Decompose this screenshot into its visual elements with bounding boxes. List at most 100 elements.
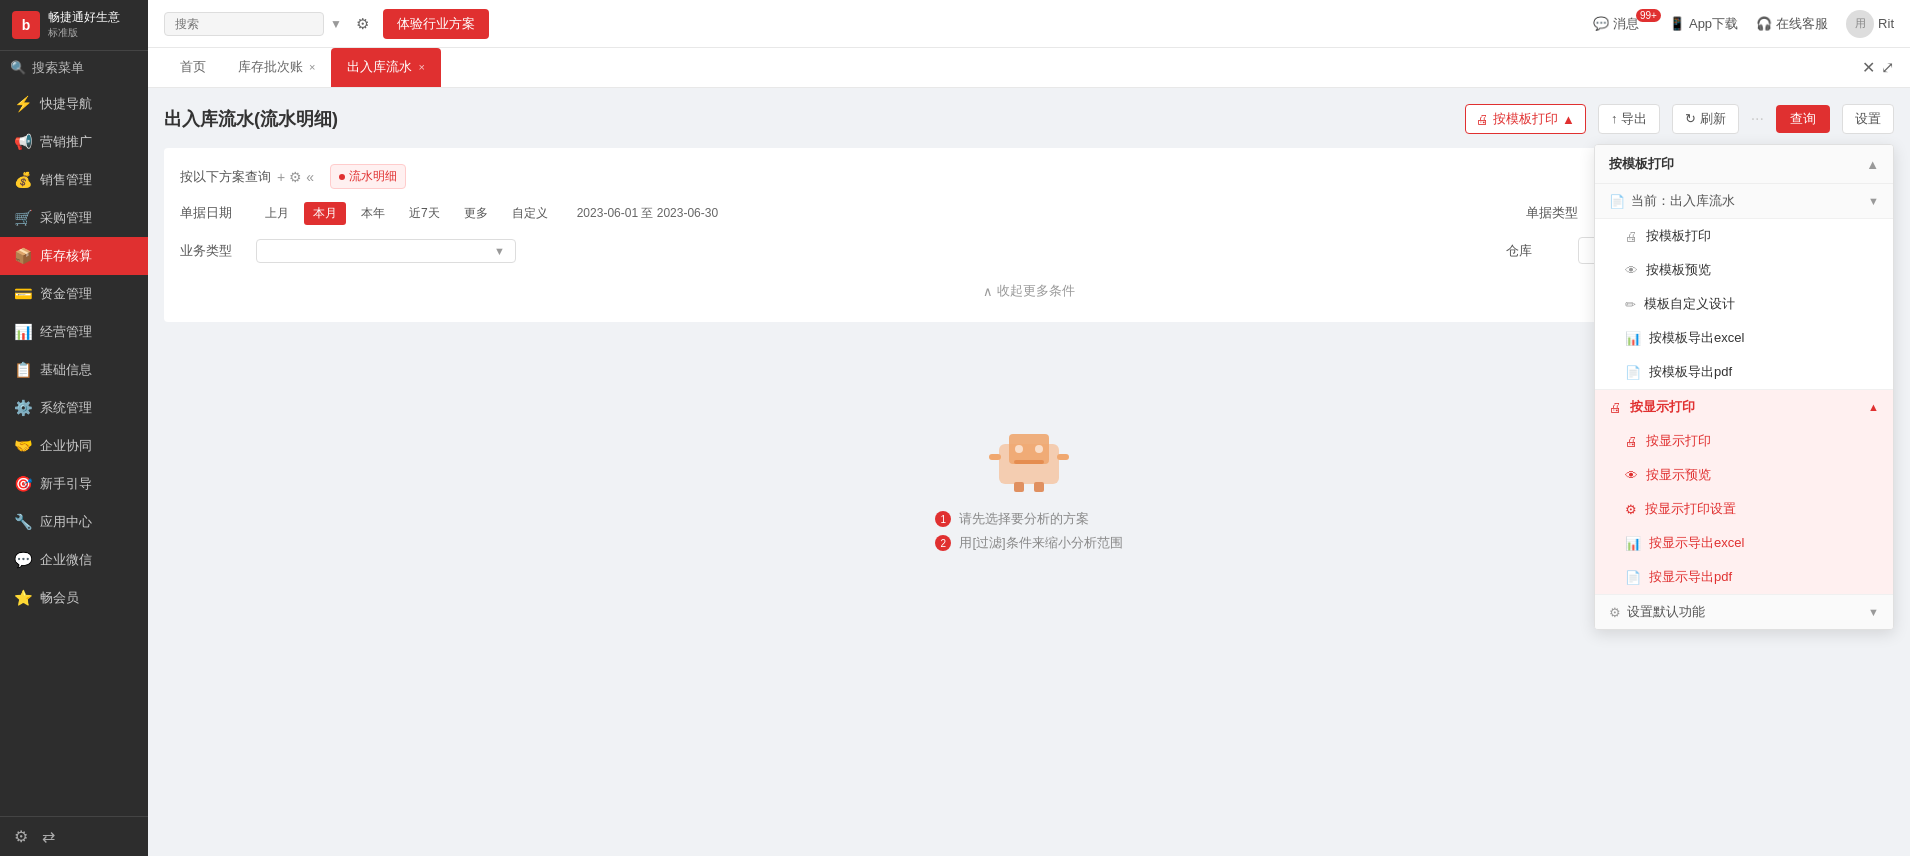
user-name: Rit — [1878, 16, 1894, 31]
default-func-icon: ⚙ — [1609, 605, 1621, 620]
display-settings-icon: ⚙ — [1625, 502, 1637, 517]
biz-type-select[interactable]: ▼ — [256, 239, 516, 263]
phone-icon: 📱 — [1669, 16, 1685, 31]
tab-expand-icon[interactable]: ⤢ — [1881, 58, 1894, 77]
sidebar-item-quick-nav[interactable]: ⚡ 快捷导航 — [0, 85, 148, 123]
sales-icon: 💰 — [14, 171, 32, 189]
display-print-settings-item[interactable]: ⚙ 按显示打印设置 — [1595, 492, 1893, 526]
display-preview-icon: 👁 — [1625, 468, 1638, 483]
refresh-btn[interactable]: ↻ 刷新 — [1672, 104, 1739, 134]
trial-btn[interactable]: 体验行业方案 — [383, 9, 489, 39]
sidebar-item-sales[interactable]: 💰 销售管理 — [0, 161, 148, 199]
dropdown-header-arrow[interactable]: ▲ — [1866, 157, 1879, 172]
dropdown-set-default[interactable]: ⚙ 设置默认功能 ▼ — [1595, 595, 1893, 629]
sidebar-nav: ⚡ 快捷导航 📢 营销推广 💰 销售管理 🛒 采购管理 📦 库存核算 💳 资金管… — [0, 85, 148, 816]
display-export-pdf-item[interactable]: 📄 按显示导出pdf — [1595, 560, 1893, 594]
date-last-month[interactable]: 上月 — [256, 202, 298, 225]
dropdown-template-group: 🖨 按模板打印 👁 按模板预览 ✏ 模板自定义设计 📊 按模板导出excel 📄 — [1595, 219, 1893, 390]
inventory-icon: 📦 — [14, 247, 32, 265]
online-service-btn[interactable]: 🎧 在线客服 — [1756, 15, 1828, 33]
dropdown-title: 按模板打印 — [1609, 155, 1674, 173]
tab-home[interactable]: 首页 — [164, 48, 222, 87]
date-last-7-days[interactable]: 近7天 — [400, 202, 449, 225]
sidebar-item-system[interactable]: ⚙️ 系统管理 — [0, 389, 148, 427]
tab-batch-account[interactable]: 库存批次账 × — [222, 48, 331, 87]
topbar-right: 💬 消息 99+ 📱 App下载 🎧 在线客服 用 Rit — [1593, 10, 1894, 38]
main-area: ▼ ⚙ 体验行业方案 💬 消息 99+ 📱 App下载 🎧 在线客服 用 R — [148, 0, 1910, 856]
template-print-item[interactable]: 🖨 按模板打印 — [1595, 219, 1893, 253]
wechat-icon: 💬 — [14, 551, 32, 569]
filter-label-area: 按以下方案查询 + ⚙ « — [180, 168, 314, 186]
date-this-month[interactable]: 本月 — [304, 202, 346, 225]
collapse-sidebar-icon[interactable]: ⇄ — [42, 827, 55, 846]
default-func-arrow: ▼ — [1868, 606, 1879, 618]
svg-rect-7 — [1014, 482, 1024, 492]
sidebar-item-marketing[interactable]: 📢 营销推广 — [0, 123, 148, 161]
biz-type-label: 业务类型 — [180, 242, 240, 260]
date-custom[interactable]: 自定义 — [503, 202, 557, 225]
empty-step-1: 1 请先选择要分析的方案 — [935, 510, 1122, 528]
sidebar-item-inventory[interactable]: 📦 库存核算 — [0, 237, 148, 275]
message-icon: 💬 — [1593, 16, 1609, 31]
template-preview-item[interactable]: 👁 按模板预览 — [1595, 253, 1893, 287]
tab-inventory-flow-close[interactable]: × — [418, 61, 424, 73]
doc-type-label: 单据类型 — [1526, 204, 1586, 222]
date-more[interactable]: 更多 — [455, 202, 497, 225]
filter-settings-icon[interactable]: ⚙ — [289, 169, 302, 185]
display-print-item[interactable]: 🖨 按显示打印 — [1595, 424, 1893, 458]
export-btn[interactable]: ↑ 导出 — [1598, 104, 1660, 134]
tab-inventory-flow[interactable]: 出入库流水 × — [331, 48, 440, 87]
refresh-icon: ↻ — [1685, 111, 1696, 126]
flow-detail-tag[interactable]: 流水明细 — [330, 164, 406, 189]
display-excel-icon: 📊 — [1625, 536, 1641, 551]
current-label: 当前：出入库流水 — [1631, 192, 1735, 210]
topbar-search-input[interactable] — [164, 12, 324, 36]
page-title: 出入库流水(流水明细) — [164, 107, 338, 131]
app-center-icon: 🔧 — [14, 513, 32, 531]
topbar-gear-icon[interactable]: ⚙ — [356, 15, 369, 33]
purchase-icon: 🛒 — [14, 209, 32, 227]
query-btn[interactable]: 查询 — [1776, 105, 1830, 133]
pdf-icon: 📄 — [1625, 365, 1641, 380]
sidebar-item-finance[interactable]: 💳 资金管理 — [0, 275, 148, 313]
warehouse-label: 仓库 — [1506, 242, 1566, 260]
template-export-excel-item[interactable]: 📊 按模板导出excel — [1595, 321, 1893, 355]
actions-divider: ··· — [1751, 110, 1764, 128]
filter-collapse-icon[interactable]: « — [306, 169, 314, 185]
current-arrow[interactable]: ▼ — [1868, 195, 1879, 207]
sidebar-item-vip[interactable]: ⭐ 畅会员 — [0, 579, 148, 617]
sidebar-item-guide[interactable]: 🎯 新手引导 — [0, 465, 148, 503]
sidebar-search[interactable]: 🔍 搜索菜单 — [0, 51, 148, 85]
settings-btn[interactable]: 设置 — [1842, 104, 1894, 134]
date-this-year[interactable]: 本年 — [352, 202, 394, 225]
search-dropdown-arrow[interactable]: ▼ — [330, 17, 342, 31]
display-preview-item[interactable]: 👁 按显示预览 — [1595, 458, 1893, 492]
tab-batch-account-close[interactable]: × — [309, 61, 315, 73]
template-custom-design-item[interactable]: ✏ 模板自定义设计 — [1595, 287, 1893, 321]
excel-icon: 📊 — [1625, 331, 1641, 346]
vip-icon: ⭐ — [14, 589, 32, 607]
display-export-excel-item[interactable]: 📊 按显示导出excel — [1595, 526, 1893, 560]
sidebar-item-operations[interactable]: 📊 经营管理 — [0, 313, 148, 351]
tab-close-all-icon[interactable]: ✕ — [1862, 58, 1875, 77]
display-print-group-header[interactable]: 🖨 按显示打印 ▲ — [1595, 390, 1893, 424]
filter-actions: + ⚙ « — [277, 169, 314, 185]
dropdown-header: 按模板打印 ▲ — [1595, 145, 1893, 184]
sidebar-item-purchase[interactable]: 🛒 采购管理 — [0, 199, 148, 237]
sidebar-item-wechat[interactable]: 💬 企业微信 — [0, 541, 148, 579]
user-profile[interactable]: 用 Rit — [1846, 10, 1894, 38]
sidebar-item-app-center[interactable]: 🔧 应用中心 — [0, 503, 148, 541]
svg-point-3 — [1035, 445, 1043, 453]
template-print-arrow: ▲ — [1562, 112, 1575, 127]
template-print-btn[interactable]: 🖨 按模板打印 ▲ — [1465, 104, 1586, 134]
settings-bottom-icon[interactable]: ⚙ — [14, 827, 28, 846]
printer-icon: 🖨 — [1476, 112, 1489, 127]
template-export-pdf-item[interactable]: 📄 按模板导出pdf — [1595, 355, 1893, 389]
sidebar-item-enterprise[interactable]: 🤝 企业协同 — [0, 427, 148, 465]
message-badge: 99+ — [1636, 9, 1661, 22]
step-2-num: 2 — [935, 535, 951, 551]
sidebar-item-base-info[interactable]: 📋 基础信息 — [0, 351, 148, 389]
filter-add-icon[interactable]: + — [277, 169, 285, 185]
app-download-btn[interactable]: 📱 App下载 — [1669, 15, 1738, 33]
message-btn[interactable]: 💬 消息 99+ — [1593, 15, 1651, 33]
